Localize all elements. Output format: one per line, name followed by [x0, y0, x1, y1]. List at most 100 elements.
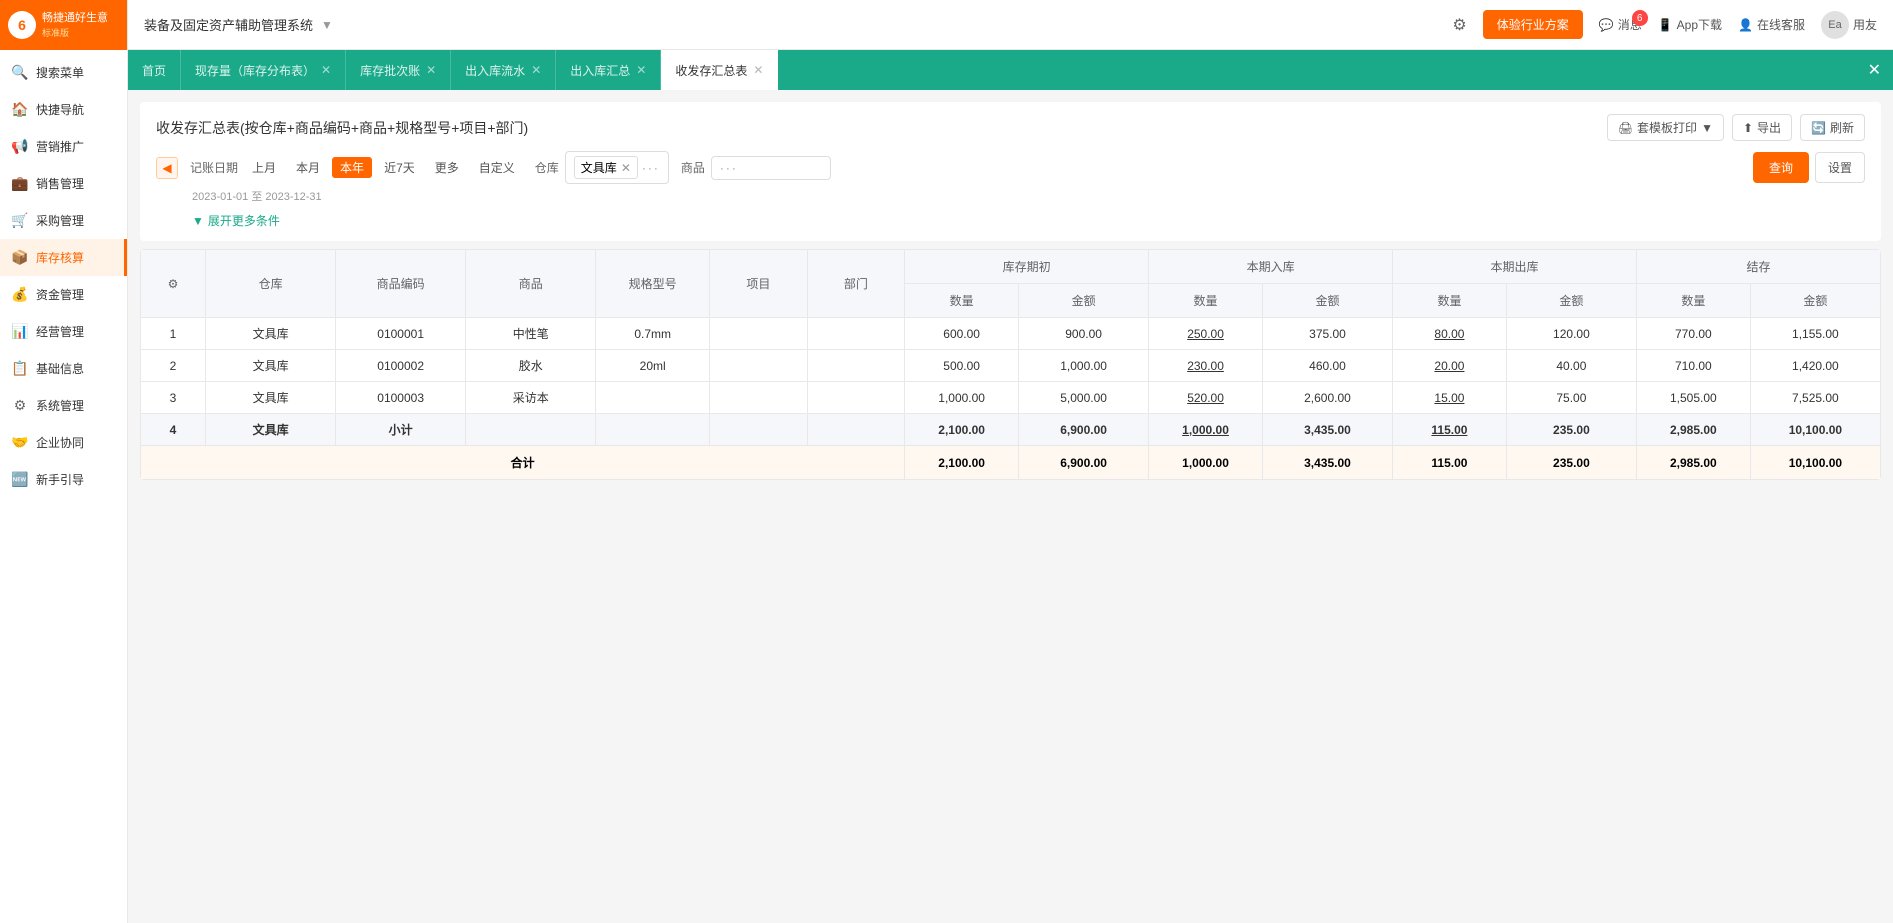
row3-out-qty[interactable]: 15.00: [1393, 382, 1507, 414]
expand-more-button[interactable]: ▼ 展开更多条件: [192, 212, 1865, 229]
tab-recv-send-summary[interactable]: 收发存汇总表 ✕: [661, 50, 778, 90]
date-label: 记账日期: [190, 159, 238, 176]
sidebar-item-enterprise[interactable]: 🤝 企业协同: [0, 424, 127, 461]
mobile-icon: 📱: [1658, 18, 1673, 32]
sidebar-item-quicknav[interactable]: 🏠 快捷导航: [0, 91, 127, 128]
main-content: 装备及固定资产辅助管理系统 ▼ ⚙ 体验行业方案 💬 6 消息 📱 App下载 …: [128, 0, 1893, 923]
filter-row: ◀ 记账日期 上月 本月 本年 近7天 更多 自定义 仓库: [156, 151, 1865, 184]
export-button[interactable]: ⬆ 导出: [1732, 114, 1792, 141]
total-opening-amt: 6,900.00: [1019, 446, 1149, 480]
tab-batch-close[interactable]: ✕: [426, 63, 436, 77]
row1-bal-amt: 1,155.00: [1750, 318, 1880, 350]
product-dots[interactable]: ···: [720, 161, 738, 175]
total-opening-qty: 2,100.00: [905, 446, 1019, 480]
subtotal-opening-qty: 2,100.00: [905, 414, 1019, 446]
tab-stock-dist[interactable]: 现存量（库存分布表） ✕: [181, 50, 346, 90]
filter-settings-button[interactable]: 设置: [1815, 152, 1865, 183]
row3-code: 0100003: [336, 382, 466, 414]
row1-in-amt: 375.00: [1262, 318, 1392, 350]
tab-recv-send-close[interactable]: ✕: [753, 63, 763, 77]
row1-out-qty[interactable]: 80.00: [1393, 318, 1507, 350]
warehouse-label: 仓库: [535, 159, 559, 176]
warehouse-tag-close[interactable]: ✕: [621, 161, 631, 175]
subtotal-out-qty[interactable]: 115.00: [1393, 414, 1507, 446]
sidebar-item-finance[interactable]: 💰 资金管理: [0, 276, 127, 313]
warehouse-input[interactable]: 文具库 ✕ ···: [565, 151, 669, 184]
sidebar-item-inventory[interactable]: 📦 库存核算: [0, 239, 127, 276]
tab-inout-flow[interactable]: 出入库流水 ✕: [451, 50, 556, 90]
tab-stock-dist-close[interactable]: ✕: [321, 63, 331, 77]
marketing-nav-icon: 📢: [12, 139, 28, 155]
tab-batch[interactable]: 库存批次账 ✕: [346, 50, 451, 90]
subtotal-in-qty[interactable]: 1,000.00: [1149, 414, 1263, 446]
sidebar-item-marketing[interactable]: 📢 营销推广: [0, 128, 127, 165]
messages-item[interactable]: 💬 6 消息: [1599, 16, 1642, 33]
row2-name: 胶水: [466, 350, 596, 382]
refresh-icon: 🔄: [1811, 121, 1826, 135]
dropdown-icon[interactable]: ▼: [321, 18, 333, 32]
sidebar-item-label: 系统管理: [36, 397, 84, 414]
tab-recv-send-summary-label: 收发存汇总表: [675, 62, 747, 79]
settings-icon[interactable]: ⚙: [1452, 15, 1466, 35]
warehouse-tag: 文具库 ✕: [574, 156, 638, 179]
total-in-amt: 3,435.00: [1262, 446, 1392, 480]
subtotal-warehouse: 文具库: [206, 414, 336, 446]
logo-badge: 标准版: [42, 26, 108, 39]
row3-num: 3: [141, 382, 206, 414]
sidebar-item-operations[interactable]: 📊 经营管理: [0, 313, 127, 350]
query-button[interactable]: 查询: [1753, 152, 1809, 183]
date-last-month[interactable]: 上月: [244, 157, 284, 178]
tab-inout-flow-close[interactable]: ✕: [531, 63, 541, 77]
user-label: 用友: [1853, 16, 1877, 33]
date-this-year[interactable]: 本年: [332, 157, 372, 178]
tab-bar-close-all[interactable]: ✕: [1856, 60, 1893, 80]
warehouse-filter-group: 仓库 文具库 ✕ ···: [535, 151, 669, 184]
sidebar-item-guide[interactable]: 🆕 新手引导: [0, 461, 127, 498]
app-download-label: App下载: [1677, 16, 1722, 33]
sidebar-item-purchase[interactable]: 🛒 采购管理: [0, 202, 127, 239]
total-label: 合计: [141, 446, 905, 480]
online-service-item[interactable]: 👤 在线客服: [1738, 16, 1805, 33]
row3-in-qty[interactable]: 520.00: [1149, 382, 1263, 414]
row3-spec: [596, 382, 710, 414]
row3-out-amt: 75.00: [1506, 382, 1636, 414]
user-avatar: Ea: [1821, 11, 1849, 39]
tab-home[interactable]: 首页: [128, 50, 181, 90]
top-header: 装备及固定资产辅助管理系统 ▼ ⚙ 体验行业方案 💬 6 消息 📱 App下载 …: [128, 0, 1893, 50]
tab-inout-summary-close[interactable]: ✕: [636, 63, 646, 77]
col-header-bal-qty: 数量: [1636, 284, 1750, 318]
date-more[interactable]: 更多: [427, 157, 467, 178]
sidebar-item-label: 基础信息: [36, 360, 84, 377]
sidebar-item-label: 销售管理: [36, 175, 84, 192]
tab-home-label: 首页: [142, 62, 166, 79]
tab-inout-summary[interactable]: 出入库汇总 ✕: [556, 50, 661, 90]
subtotal-bal-qty: 2,985.00: [1636, 414, 1750, 446]
sidebar-item-system[interactable]: ⚙ 系统管理: [0, 387, 127, 424]
app-download-item[interactable]: 📱 App下载: [1658, 16, 1722, 33]
sidebar-item-basic[interactable]: 📋 基础信息: [0, 350, 127, 387]
product-input[interactable]: ···: [711, 156, 831, 180]
basic-nav-icon: 📋: [12, 361, 28, 377]
sidebar-item-search[interactable]: 🔍 搜索菜单: [0, 54, 127, 91]
refresh-button[interactable]: 🔄 刷新: [1800, 114, 1865, 141]
row1-in-qty[interactable]: 250.00: [1149, 318, 1263, 350]
date-7days[interactable]: 近7天: [376, 157, 423, 178]
user-item[interactable]: Ea 用友: [1821, 11, 1877, 39]
data-table-container: ⚙ 仓库 商品编码 商品 规格型号: [140, 249, 1881, 480]
experience-button[interactable]: 体验行业方案: [1483, 10, 1583, 39]
date-custom[interactable]: 自定义: [471, 157, 523, 178]
sidebar-item-sales[interactable]: 💼 销售管理: [0, 165, 127, 202]
row2-in-qty[interactable]: 230.00: [1149, 350, 1263, 382]
col-header-dept: 部门: [807, 250, 905, 318]
row2-out-qty[interactable]: 20.00: [1393, 350, 1507, 382]
sidebar-nav: 🔍 搜索菜单 🏠 快捷导航 📢 营销推广 💼 销售管理 🛒 采购管理 📦 库存核…: [0, 50, 127, 923]
system-nav-icon: ⚙: [12, 398, 28, 414]
filter-collapse-button[interactable]: ◀: [156, 157, 178, 179]
col-header-settings[interactable]: ⚙: [141, 250, 206, 318]
date-this-month[interactable]: 本月: [288, 157, 328, 178]
table-settings-icon[interactable]: ⚙: [168, 277, 179, 291]
print-button[interactable]: 🖨 套模板打印 ▼: [1607, 114, 1724, 141]
online-service-label: 在线客服: [1757, 16, 1805, 33]
warehouse-dots[interactable]: ···: [642, 161, 660, 175]
sales-nav-icon: 💼: [12, 176, 28, 192]
